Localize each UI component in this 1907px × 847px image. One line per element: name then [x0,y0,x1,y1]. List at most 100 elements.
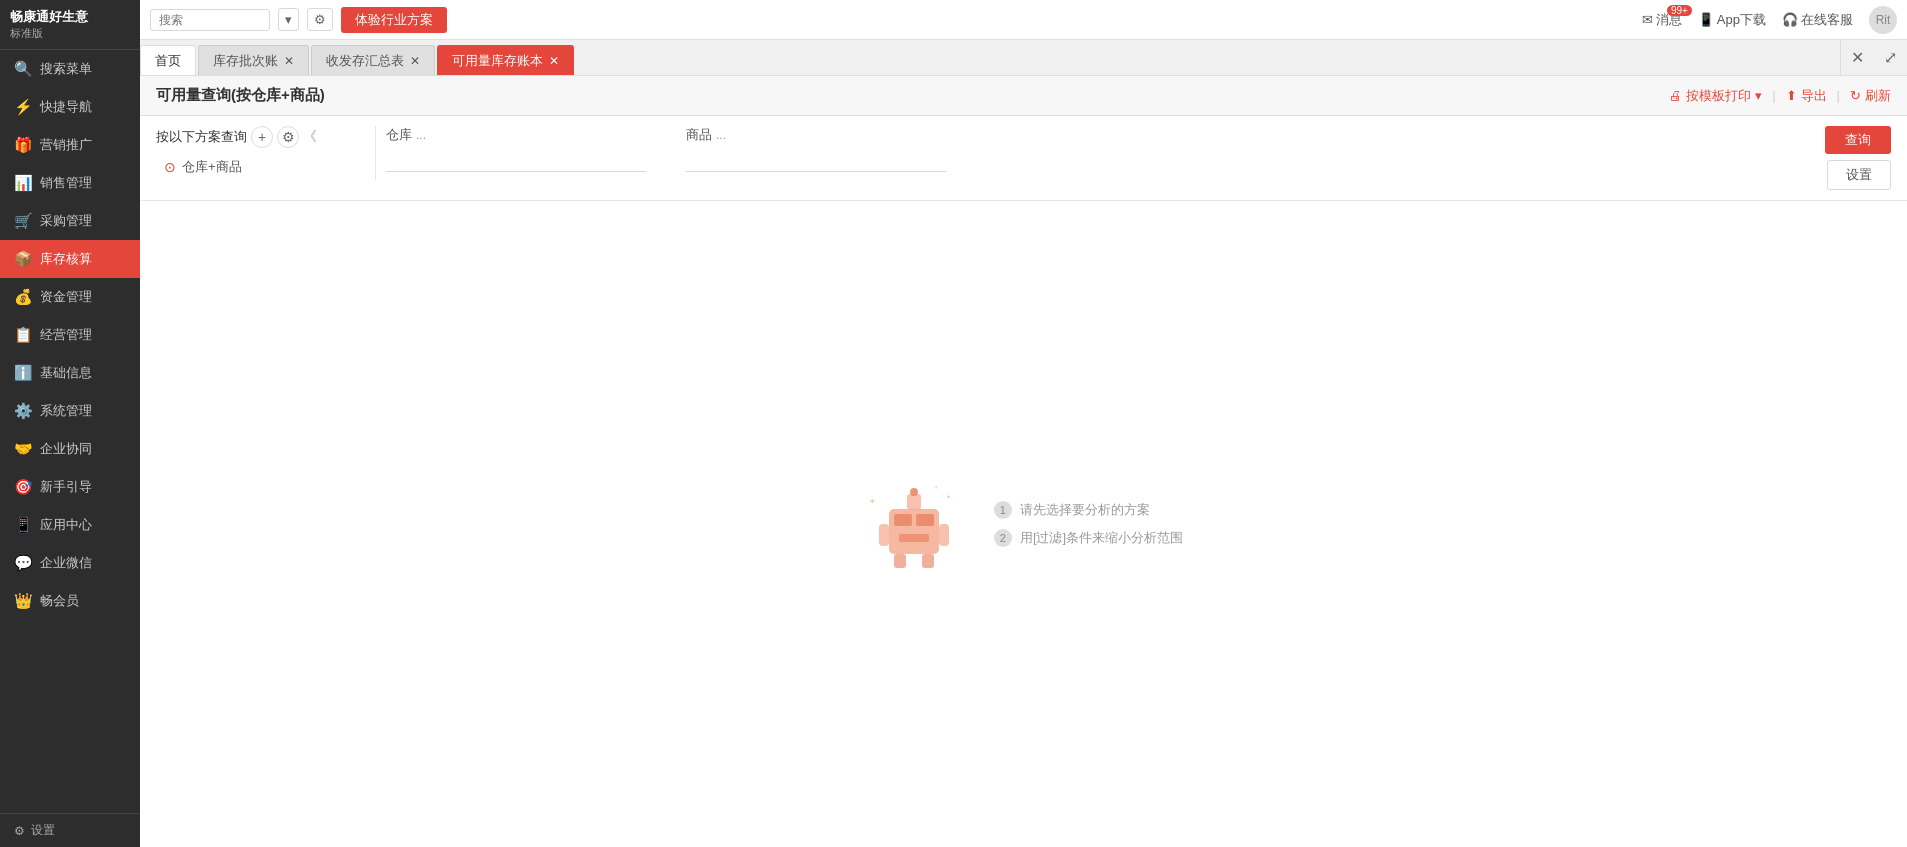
trial-button[interactable]: 体验行业方案 [341,7,447,33]
sidebar-bottom-label: 设置 [31,822,55,839]
tabbar: 首页库存批次账✕收发存汇总表✕可用量库存账本✕ ✕ ⤢ [140,40,1907,76]
svg-rect-9 [922,554,934,568]
sidebar-item-guide[interactable]: 🎯 新手引导 [0,468,140,506]
action-divider2: | [1837,88,1840,103]
goods-field: 商品 ... [686,126,966,172]
warehouse-field: 仓库 ... [386,126,666,172]
app-name: 畅康通好生意 [10,8,130,26]
tab-close-available-stock[interactable]: ✕ [549,54,559,68]
filter-scheme-panel: 按以下方案查询 + ⚙ 《 ⊙ 仓库+商品 [156,126,376,180]
tip-text-2: 用[过滤]条件来缩小分析范围 [1020,529,1183,547]
tip-number-1: 1 [994,501,1012,519]
close-tab-button[interactable]: ✕ [1841,40,1874,75]
sidebar-item-purchase[interactable]: 🛒采购管理 [0,202,140,240]
scheme-item-warehouse-goods[interactable]: ⊙ 仓库+商品 [156,154,365,180]
search-input[interactable] [150,9,270,31]
sidebar-item-enterprise[interactable]: 🤝 企业协同 [0,430,140,468]
empty-state-inner: ✦ ✦ ★ 1 请先选择要分析的方案 2 用[过滤]条件来缩小分析范围 [864,474,1183,574]
main-content: ▾ ⚙ 体验行业方案 ✉ 消息 99+ 📱 App下载 🎧 在线客服 Rit 首… [140,0,1907,847]
sidebar-item-basic[interactable]: ℹ️基础信息 [0,354,140,392]
sidebar-item-member[interactable]: 👑畅会员 [0,582,140,620]
scheme-actions: + ⚙ 《 [251,126,317,148]
header-actions: 🖨 按模板打印 ▾ | ⬆ 导出 | ↻ 刷新 [1669,87,1891,105]
svg-point-5 [910,488,918,496]
warehouse-more-button[interactable]: ... [416,128,426,142]
add-scheme-button[interactable]: + [251,126,273,148]
goods-more-button[interactable]: ... [716,128,726,142]
refresh-label: 刷新 [1865,87,1891,105]
sidebar-item-operations[interactable]: 📋经营管理 [0,316,140,354]
sidebar-item-search[interactable]: 🔍 搜索菜单 [0,50,140,88]
gear-button[interactable]: ⚙ [307,8,333,31]
print-icon: 🖨 [1669,88,1682,103]
tab-home[interactable]: 首页 [140,45,196,75]
message-button[interactable]: ✉ 消息 99+ [1642,11,1682,29]
empty-tips: 1 请先选择要分析的方案 2 用[过滤]条件来缩小分析范围 [994,501,1183,547]
sidebar-item-appstore[interactable]: 📱应用中心 [0,506,140,544]
goods-input[interactable] [686,148,946,172]
sidebar-item-shortcut[interactable]: ⚡快捷导航 [0,88,140,126]
guide-icon: 🎯 [14,478,32,496]
svg-text:★: ★ [934,484,939,490]
print-button[interactable]: 🖨 按模板打印 ▾ [1669,87,1762,105]
empty-state: ✦ ✦ ★ 1 请先选择要分析的方案 2 用[过滤]条件来缩小分析范围 [864,474,1183,574]
scheme-item-icon: ⊙ [164,159,176,175]
sidebar-item-label: 销售管理 [40,174,92,192]
sidebar-item-marketing[interactable]: 🎁 营销推广 [0,126,140,164]
setting-button[interactable]: 设置 [1827,160,1891,190]
scheme-settings-button[interactable]: ⚙ [277,126,299,148]
customer-service-button[interactable]: 🎧 在线客服 [1782,11,1853,29]
app-label: App下载 [1717,11,1766,29]
tab-batch-ledger[interactable]: 库存批次账✕ [198,45,309,75]
empty-tip-1: 1 请先选择要分析的方案 [994,501,1183,519]
sidebar-item-label: 营销推广 [40,136,92,154]
expand-tab-button[interactable]: ⤢ [1874,40,1907,75]
search-icon: 🔍 [14,60,32,78]
tab-in-out-summary[interactable]: 收发存汇总表✕ [311,45,435,75]
export-icon: ⬆ [1786,88,1797,103]
appstore-icon: 📱 [14,516,32,534]
scheme-collapse-button[interactable]: 《 [303,128,317,146]
sidebar-item-label: 资金管理 [40,288,92,306]
sidebar-item-label: 新手引导 [40,478,92,496]
content-header: 可用量查询(按仓库+商品) 🖨 按模板打印 ▾ | ⬆ 导出 | ↻ 刷新 [140,76,1907,116]
tip-number-2: 2 [994,529,1012,547]
goods-label-text: 商品 [686,126,712,144]
query-button[interactable]: 查询 [1825,126,1891,154]
filter-area: 按以下方案查询 + ⚙ 《 ⊙ 仓库+商品 仓库 ... [140,116,1907,201]
tab-close-in-out-summary[interactable]: ✕ [410,54,420,68]
marketing-icon: 🎁 [14,136,32,154]
tab-available-stock[interactable]: 可用量库存账本✕ [437,45,574,75]
enterprise-icon: 🤝 [14,440,32,458]
tabbar-end: ✕ ⤢ [1840,40,1907,75]
user-avatar[interactable]: Rit [1869,6,1897,34]
sidebar: 畅康通好生意 标准版 🔍 搜索菜单 ⚡快捷导航 🎁 营销推广 📊销售管理🛒采购管理📦库存核… [0,0,140,847]
svg-rect-4 [907,494,921,510]
settings-icon: ⚙ [14,824,25,838]
sidebar-item-label: 畅会员 [40,592,79,610]
empty-tip-2: 2 用[过滤]条件来缩小分析范围 [994,529,1183,547]
export-label: 导出 [1801,87,1827,105]
sidebar-item-system[interactable]: ⚙️系统管理 [0,392,140,430]
svg-rect-6 [879,524,889,546]
sidebar-item-wechat[interactable]: 💬企业微信 [0,544,140,582]
sidebar-item-label: 企业协同 [40,440,92,458]
dropdown-button[interactable]: ▾ [278,8,299,31]
content-body: ✦ ✦ ★ 1 请先选择要分析的方案 2 用[过滤]条件来缩小分析范围 [140,201,1907,847]
page-title: 可用量查询(按仓库+商品) [156,86,325,105]
refresh-button[interactable]: ↻ 刷新 [1850,87,1891,105]
export-button[interactable]: ⬆ 导出 [1786,87,1827,105]
sidebar-item-finance[interactable]: 💰资金管理 [0,278,140,316]
inventory-icon: 📦 [14,250,32,268]
sidebar-item-label: 搜索菜单 [40,60,92,78]
sidebar-item-label: 采购管理 [40,212,92,230]
message-icon: ✉ [1642,12,1653,27]
warehouse-input[interactable] [386,148,646,172]
sidebar-item-inventory[interactable]: 📦库存核算 [0,240,140,278]
sidebar-bottom: ⚙ 设置 [0,813,140,847]
sidebar-item-sales[interactable]: 📊销售管理 [0,164,140,202]
tab-close-batch-ledger[interactable]: ✕ [284,54,294,68]
sidebar-logo: 畅康通好生意 标准版 [0,0,140,50]
svg-rect-7 [939,524,949,546]
app-download-button[interactable]: 📱 App下载 [1698,11,1766,29]
